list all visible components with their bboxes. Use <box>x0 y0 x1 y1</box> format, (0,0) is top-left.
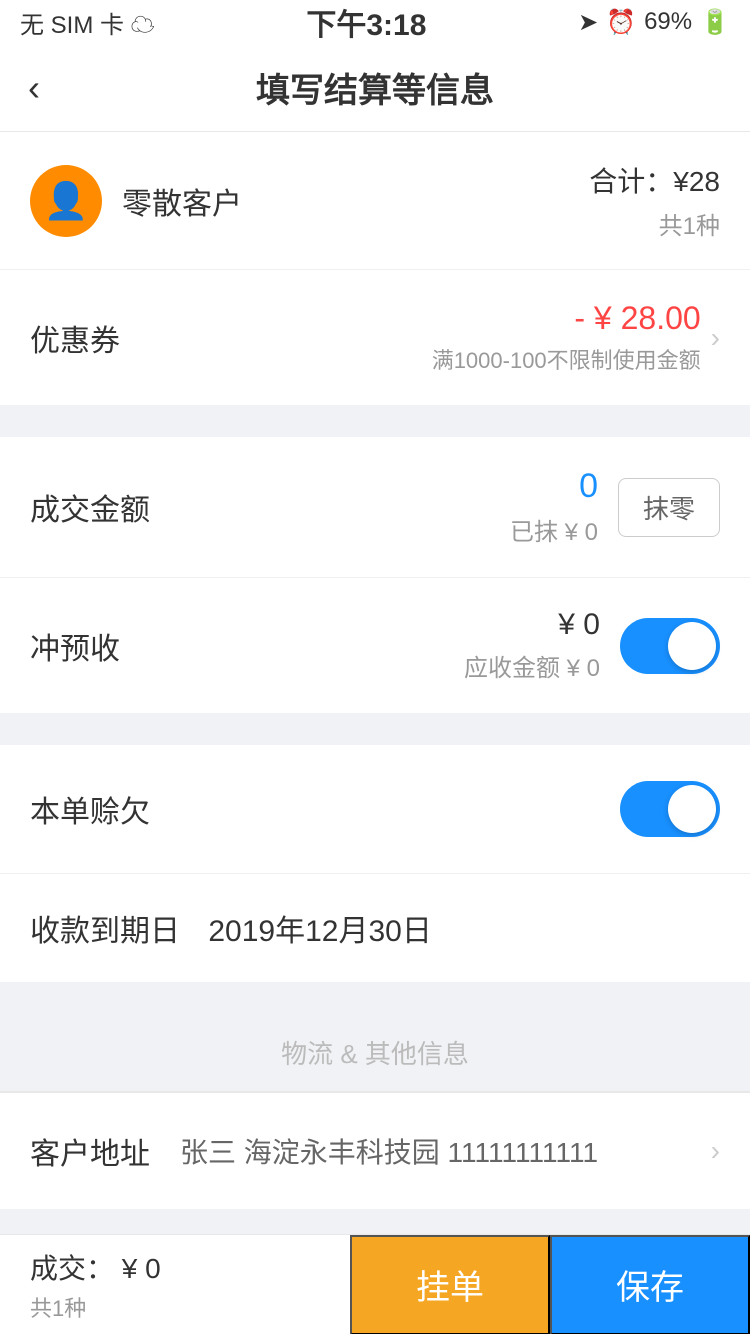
battery-icon: 🔋 <box>700 8 730 37</box>
address-chevron-icon: › <box>711 1135 720 1167</box>
toggle-knob <box>668 622 716 670</box>
customer-total: 合计：¥28 <box>589 160 720 200</box>
bottom-deal: 成交： ¥ 0 <box>30 1247 320 1287</box>
prepayment-row: 冲预收 ¥ 0 应收金额 ¥ 0 <box>0 578 750 713</box>
deal-amount-row: 成交金额 已抹 ¥ 0 抹零 <box>0 437 750 578</box>
duedate-label: 收款到期日 <box>30 915 180 948</box>
address-section: 客户地址 张三 海淀永丰科技园 11111111111 › <box>0 1093 750 1209</box>
bottom-deal-label: 成交： <box>30 1253 114 1284</box>
bottom-summary: 成交： ¥ 0 共1种 <box>0 1247 350 1323</box>
customer-section: 👤 零散客户 合计：¥28 共1种 优惠券 - ¥ 28.00 满1000-10… <box>0 132 750 405</box>
address-key: 客户地址 <box>30 1129 150 1173</box>
location-icon: ➤ <box>578 8 598 37</box>
deal-amount-sub: 已抹 ¥ 0 <box>510 512 598 547</box>
coupon-row[interactable]: 优惠券 - ¥ 28.00 满1000-100不限制使用金额 › <box>0 269 750 405</box>
divider-3 <box>0 998 750 1014</box>
save-button[interactable]: 保存 <box>550 1235 750 1334</box>
prepayment-inner: 冲预收 ¥ 0 应收金额 ¥ 0 <box>30 608 720 683</box>
debt-row: 本单赊欠 <box>0 745 750 873</box>
round-zero-button[interactable]: 抹零 <box>618 478 720 537</box>
nav-bar: ‹ 填写结算等信息 <box>0 44 750 132</box>
divider-2 <box>0 729 750 745</box>
debt-label: 本单赊欠 <box>30 787 150 831</box>
prepayment-main: ¥ 0 <box>464 608 600 642</box>
coupon-amount: - ¥ 28.00 <box>432 300 701 337</box>
customer-info: 👤 零散客户 <box>30 165 242 237</box>
battery-level: 69% <box>644 8 692 36</box>
debt-toggle-knob <box>668 785 716 833</box>
divider-1 <box>0 421 750 437</box>
pending-button[interactable]: 挂单 <box>350 1235 550 1334</box>
debt-section: 本单赊欠 收款到期日 2019年12月30日 <box>0 745 750 982</box>
deal-amount-label: 成交金额 <box>30 485 150 529</box>
bottom-bar: 成交： ¥ 0 共1种 挂单 保存 <box>0 1234 750 1334</box>
coupon-desc: 满1000-100不限制使用金额 <box>432 343 701 375</box>
status-left: 无 SIM 卡 ☁ <box>20 5 155 40</box>
customer-summary: 合计：¥28 共1种 <box>589 160 720 241</box>
deal-amount-right: 已抹 ¥ 0 抹零 <box>510 467 720 547</box>
deal-section: 成交金额 已抹 ¥ 0 抹零 冲预收 ¥ 0 应收金额 ¥ 0 <box>0 437 750 713</box>
address-row[interactable]: 客户地址 张三 海淀永丰科技园 11111111111 › <box>0 1093 750 1209</box>
back-button[interactable]: ‹ <box>28 67 40 109</box>
bottom-count: 共1种 <box>30 1291 320 1323</box>
duedate-value: 2019年12月30日 <box>208 915 431 948</box>
debt-toggle[interactable] <box>620 781 720 837</box>
page-title: 填写结算等信息 <box>256 63 494 112</box>
customer-row[interactable]: 👤 零散客户 合计：¥28 共1种 <box>0 132 750 269</box>
coupon-right: - ¥ 28.00 满1000-100不限制使用金额 › <box>432 300 720 375</box>
person-icon: 👤 <box>44 180 89 222</box>
customer-name: 零散客户 <box>122 179 242 223</box>
customer-count: 共1种 <box>589 206 720 241</box>
prepayment-right: ¥ 0 应收金额 ¥ 0 <box>464 608 720 683</box>
address-value: 张三 海淀永丰科技园 11111111111 <box>180 1131 711 1171</box>
bottom-deal-value: ¥ 0 <box>122 1253 161 1284</box>
duedate-row[interactable]: 收款到期日 2019年12月30日 <box>0 873 750 982</box>
sim-status: 无 SIM 卡 ☁ <box>20 5 155 40</box>
duedate-text: 收款到期日 2019年12月30日 <box>30 915 432 948</box>
prepayment-sub: 应收金额 ¥ 0 <box>464 648 600 683</box>
coupon-value-col: - ¥ 28.00 满1000-100不限制使用金额 <box>432 300 701 375</box>
prepayment-toggle[interactable] <box>620 618 720 674</box>
alarm-icon: ⏰ <box>606 8 636 37</box>
prepayment-amounts: ¥ 0 应收金额 ¥ 0 <box>464 608 600 683</box>
status-time: 下午3:18 <box>306 0 426 44</box>
logistics-divider: 物流 & 其他信息 <box>0 1014 750 1091</box>
prepayment-label: 冲预收 <box>30 624 150 668</box>
status-right: ➤ ⏰ 69% 🔋 <box>578 8 730 37</box>
status-bar: 无 SIM 卡 ☁ 下午3:18 ➤ ⏰ 69% 🔋 <box>0 0 750 44</box>
deal-amount-input[interactable] <box>518 467 598 506</box>
coupon-label: 优惠券 <box>30 316 120 360</box>
logistics-label: 物流 & 其他信息 <box>281 1034 469 1071</box>
coupon-chevron-icon: › <box>711 322 720 354</box>
avatar: 👤 <box>30 165 102 237</box>
deal-amount-col: 已抹 ¥ 0 <box>510 467 598 547</box>
